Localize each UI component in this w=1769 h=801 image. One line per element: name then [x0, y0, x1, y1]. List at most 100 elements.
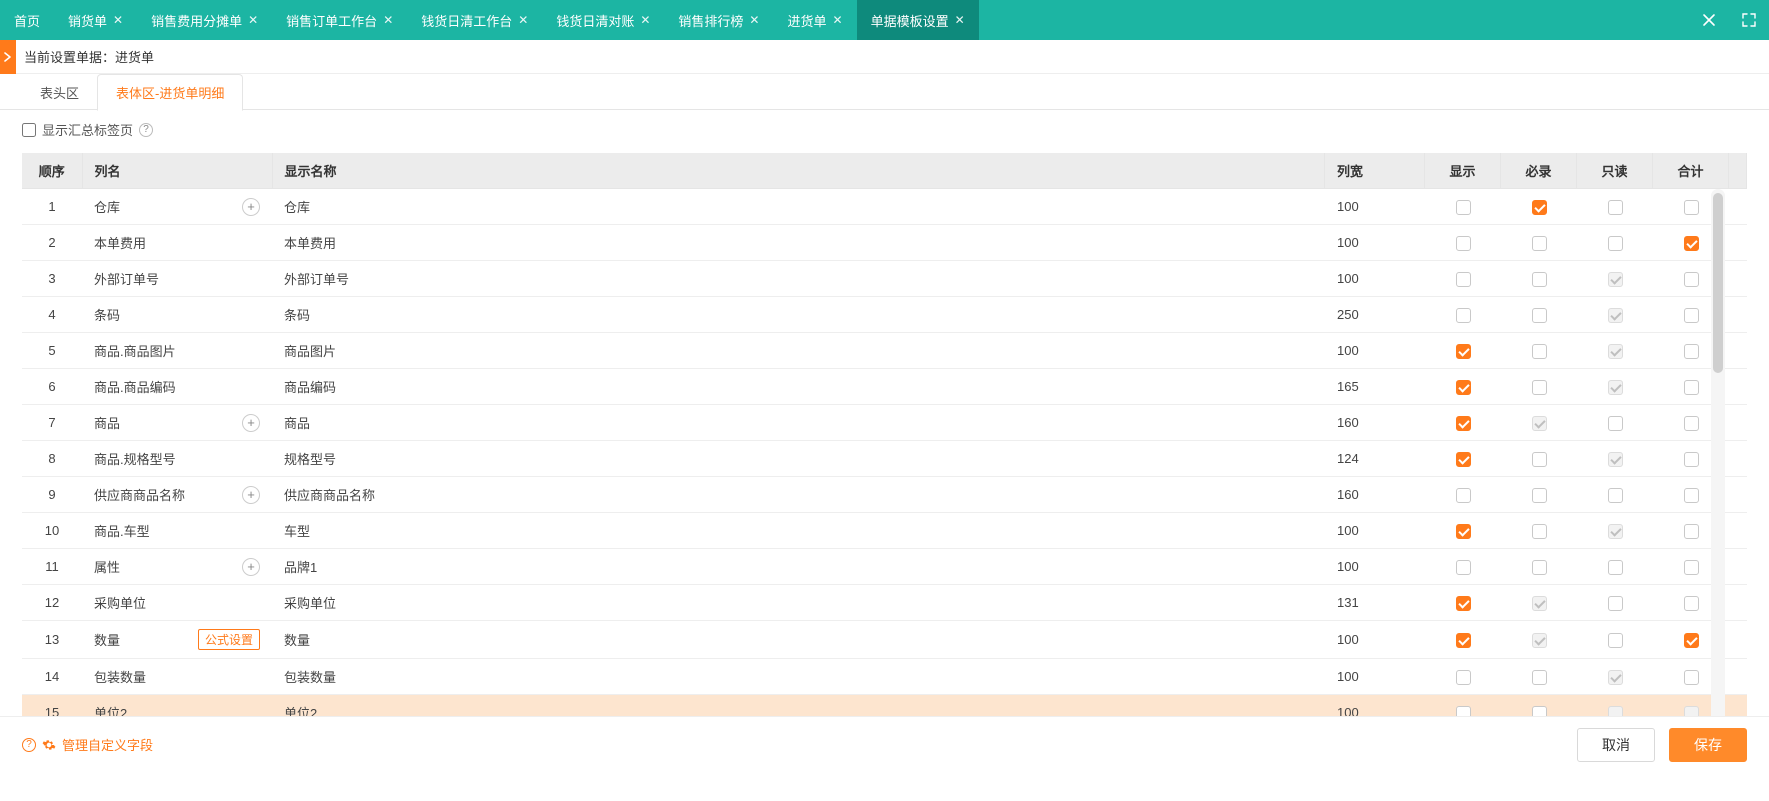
- cell-display[interactable]: 仓库: [272, 189, 1325, 225]
- close-icon[interactable]: ✕: [248, 13, 258, 27]
- table-row[interactable]: 1仓库+仓库100: [22, 189, 1747, 225]
- show-summary-tab-option[interactable]: 显示汇总标签页: [22, 120, 133, 139]
- sub-tab[interactable]: 表头区: [22, 75, 97, 110]
- checkbox-sum[interactable]: [1684, 308, 1699, 323]
- cell-width[interactable]: 160: [1325, 405, 1425, 441]
- cell-display[interactable]: 车型: [272, 513, 1325, 549]
- cell-display[interactable]: 品牌1: [272, 549, 1325, 585]
- table-row[interactable]: 7商品+商品160: [22, 405, 1747, 441]
- cell-display[interactable]: 商品图片: [272, 333, 1325, 369]
- top-tab[interactable]: 销货单✕: [54, 0, 137, 40]
- checkbox-sum[interactable]: [1684, 344, 1699, 359]
- checkbox-sum[interactable]: [1684, 524, 1699, 539]
- cell-width[interactable]: 100: [1325, 513, 1425, 549]
- close-icon[interactable]: ✕: [518, 13, 528, 27]
- cell-display[interactable]: 本单费用: [272, 225, 1325, 261]
- cell-width[interactable]: 100: [1325, 621, 1425, 659]
- cell-width[interactable]: 100: [1325, 189, 1425, 225]
- checkbox-sum[interactable]: [1684, 560, 1699, 575]
- checkbox-show[interactable]: [1456, 596, 1471, 611]
- expand-handle[interactable]: [0, 40, 16, 74]
- close-all-tabs-button[interactable]: [1689, 13, 1729, 27]
- checkbox-show[interactable]: [1456, 452, 1471, 467]
- checkbox-show[interactable]: [1456, 488, 1471, 503]
- cell-display[interactable]: 外部订单号: [272, 261, 1325, 297]
- table-row[interactable]: 3外部订单号外部订单号100: [22, 261, 1747, 297]
- cell-display[interactable]: 供应商商品名称: [272, 477, 1325, 513]
- cell-width[interactable]: 131: [1325, 585, 1425, 621]
- formula-settings-tag[interactable]: 公式设置: [198, 629, 260, 650]
- checkbox-sum[interactable]: [1684, 200, 1699, 215]
- checkbox-readonly[interactable]: [1608, 633, 1623, 648]
- table-row[interactable]: 11属性+品牌1100: [22, 549, 1747, 585]
- checkbox-required[interactable]: [1532, 560, 1547, 575]
- close-icon[interactable]: ✕: [833, 13, 843, 27]
- checkbox-required[interactable]: [1532, 670, 1547, 685]
- plus-icon[interactable]: +: [242, 558, 260, 576]
- checkbox-required[interactable]: [1532, 200, 1547, 215]
- checkbox-readonly[interactable]: [1608, 200, 1623, 215]
- scrollbar-thumb[interactable]: [1713, 193, 1723, 373]
- top-tab[interactable]: 单据模板设置✕: [857, 0, 979, 40]
- fullscreen-button[interactable]: [1729, 13, 1769, 27]
- checkbox-sum[interactable]: [1684, 596, 1699, 611]
- checkbox-required[interactable]: [1532, 488, 1547, 503]
- checkbox-show[interactable]: [1456, 272, 1471, 287]
- close-icon[interactable]: ✕: [383, 13, 393, 27]
- checkbox-sum[interactable]: [1684, 272, 1699, 287]
- checkbox-sum[interactable]: [1684, 236, 1699, 251]
- table-row[interactable]: 12采购单位采购单位131: [22, 585, 1747, 621]
- checkbox-required[interactable]: [1532, 272, 1547, 287]
- checkbox-show[interactable]: [1456, 308, 1471, 323]
- top-tab[interactable]: 销售订单工作台✕: [272, 0, 407, 40]
- table-row[interactable]: 13数量公式设置数量100: [22, 621, 1747, 659]
- cell-width[interactable]: 100: [1325, 659, 1425, 695]
- top-tab[interactable]: 钱货日清工作台✕: [407, 0, 542, 40]
- checkbox-readonly[interactable]: [1608, 488, 1623, 503]
- checkbox-required[interactable]: [1532, 344, 1547, 359]
- manage-custom-fields-link[interactable]: 管理自定义字段: [62, 735, 153, 754]
- show-summary-tab-checkbox[interactable]: [22, 123, 36, 137]
- checkbox-sum[interactable]: [1684, 380, 1699, 395]
- cell-display[interactable]: 规格型号: [272, 441, 1325, 477]
- top-tab[interactable]: 销售费用分摊单✕: [137, 0, 272, 40]
- cell-width[interactable]: 100: [1325, 549, 1425, 585]
- cell-width[interactable]: 160: [1325, 477, 1425, 513]
- cell-width[interactable]: 250: [1325, 297, 1425, 333]
- cell-width[interactable]: 165: [1325, 369, 1425, 405]
- checkbox-required[interactable]: [1532, 308, 1547, 323]
- checkbox-sum[interactable]: [1684, 452, 1699, 467]
- table-row[interactable]: 10商品.车型车型100: [22, 513, 1747, 549]
- checkbox-show[interactable]: [1456, 236, 1471, 251]
- table-row[interactable]: 6商品.商品编码商品编码165: [22, 369, 1747, 405]
- cell-display[interactable]: 数量: [272, 621, 1325, 659]
- sub-tab[interactable]: 表体区-进货单明细: [97, 74, 243, 111]
- checkbox-sum[interactable]: [1684, 670, 1699, 685]
- checkbox-required[interactable]: [1532, 524, 1547, 539]
- top-tab[interactable]: 进货单✕: [773, 0, 856, 40]
- table-row[interactable]: 5商品.商品图片商品图片100: [22, 333, 1747, 369]
- cell-width[interactable]: 124: [1325, 441, 1425, 477]
- checkbox-show[interactable]: [1456, 200, 1471, 215]
- table-row[interactable]: 4条码条码250: [22, 297, 1747, 333]
- checkbox-show[interactable]: [1456, 344, 1471, 359]
- cell-display[interactable]: 商品: [272, 405, 1325, 441]
- checkbox-sum[interactable]: [1684, 416, 1699, 431]
- checkbox-readonly[interactable]: [1608, 236, 1623, 251]
- cell-width[interactable]: 100: [1325, 225, 1425, 261]
- cell-display[interactable]: 采购单位: [272, 585, 1325, 621]
- help-icon[interactable]: ?: [139, 123, 153, 137]
- plus-icon[interactable]: +: [242, 414, 260, 432]
- save-button[interactable]: 保存: [1669, 728, 1747, 762]
- top-tab[interactable]: 首页: [0, 0, 54, 40]
- close-icon[interactable]: ✕: [113, 13, 123, 27]
- top-tab[interactable]: 钱货日清对账✕: [542, 0, 664, 40]
- checkbox-show[interactable]: [1456, 416, 1471, 431]
- close-icon[interactable]: ✕: [749, 13, 759, 27]
- checkbox-readonly[interactable]: [1608, 596, 1623, 611]
- checkbox-show[interactable]: [1456, 380, 1471, 395]
- checkbox-sum[interactable]: [1684, 488, 1699, 503]
- table-row[interactable]: 14包装数量包装数量100: [22, 659, 1747, 695]
- cell-width[interactable]: 100: [1325, 261, 1425, 297]
- plus-icon[interactable]: +: [242, 198, 260, 216]
